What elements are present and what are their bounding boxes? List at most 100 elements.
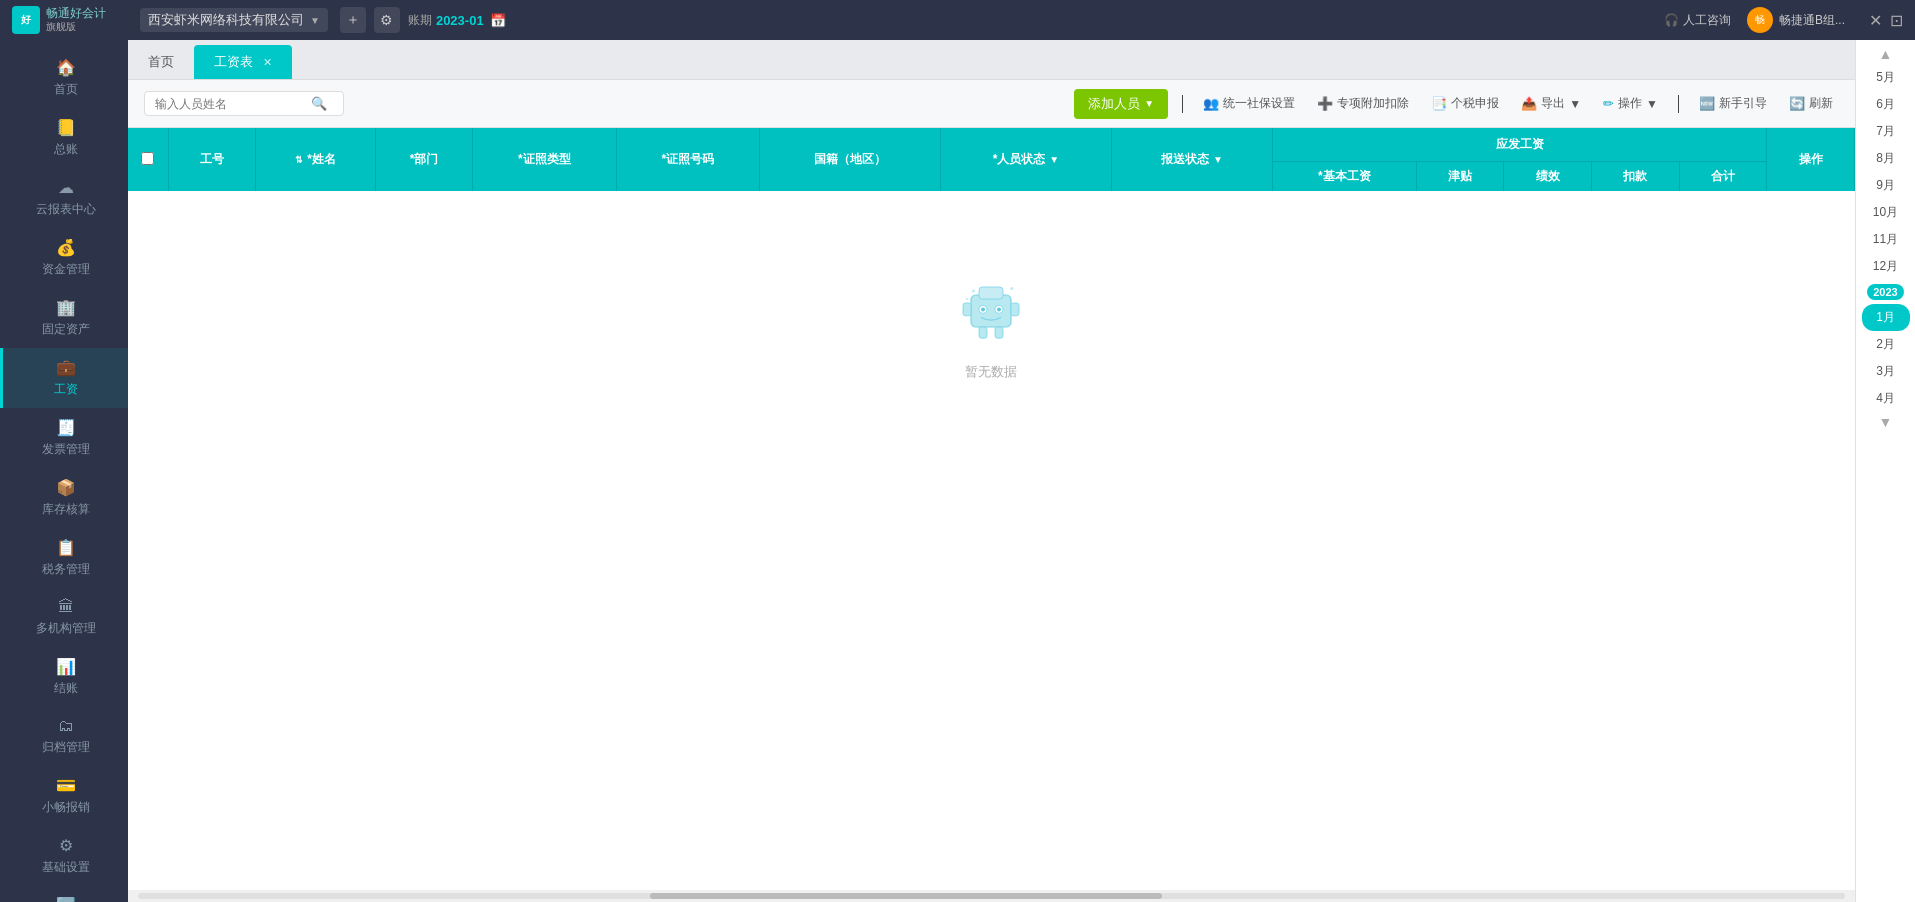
sidebar-item-salary[interactable]: 💼 工资 xyxy=(0,348,128,408)
cal-month-2022-08[interactable]: 8月 xyxy=(1862,145,1910,172)
sidebar-item-home[interactable]: 🏠 首页 xyxy=(0,48,128,108)
search-input-wrapper: 🔍 xyxy=(144,91,344,116)
sidebar-item-fund[interactable]: 💰 资金管理 xyxy=(0,228,128,288)
report-filter-icon[interactable]: ▼ xyxy=(1213,154,1223,165)
svg-rect-6 xyxy=(963,303,971,316)
customer-service-btn[interactable]: 🎧 人工咨询 xyxy=(1664,12,1731,29)
tab-salary-close[interactable]: ✕ xyxy=(263,56,272,68)
sidebar-item-inventory[interactable]: 📦 库存核算 xyxy=(0,468,128,528)
select-all-checkbox[interactable] xyxy=(141,152,154,165)
deduction-btn[interactable]: ➕ 专项附加扣除 xyxy=(1311,91,1415,116)
content-area: 首页 工资表 ✕ 🔍 添加人员 ▼ 👥 统一社保设置 xyxy=(128,40,1855,902)
sidebar-label-archive: 归档管理 xyxy=(42,739,90,756)
table-wrapper: 工号 ⇅ *姓名 *部门 *证照类型 *证照号码 国籍（地区） *人员状态 xyxy=(128,128,1855,890)
social-settings-btn[interactable]: 👥 统一社保设置 xyxy=(1197,91,1301,116)
logo-area: 好 畅通好会计 旗舰版 xyxy=(12,6,140,34)
sidebar-item-cloud[interactable]: ☁ 云报表中心 xyxy=(0,168,128,228)
sidebar-item-assets[interactable]: 🏢 固定资产 xyxy=(0,288,128,348)
sidebar-item-settings[interactable]: ⚙ 基础设置 xyxy=(0,826,128,886)
svg-rect-1 xyxy=(979,287,1003,299)
user-info[interactable]: 畅 畅捷通B组... xyxy=(1747,7,1845,33)
app-logo-icon: 好 xyxy=(12,6,40,34)
cal-month-2022-07[interactable]: 7月 xyxy=(1862,118,1910,145)
export-label: 导出 xyxy=(1541,95,1565,112)
svg-rect-0 xyxy=(971,295,1011,327)
sidebar-item-archive[interactable]: 🗂 归档管理 xyxy=(0,707,128,766)
cal-nav-down[interactable]: ▼ xyxy=(1876,412,1896,432)
multi-icon: 🏛 xyxy=(58,598,74,616)
cal-month-2023-04[interactable]: 4月 xyxy=(1862,385,1910,412)
add-company-btn[interactable]: ＋ xyxy=(340,7,366,33)
svg-point-5 xyxy=(997,307,1001,311)
operate-label: 操作 xyxy=(1618,95,1642,112)
guide-btn[interactable]: 🆕 新手引导 xyxy=(1693,91,1773,116)
scroll-track[interactable] xyxy=(138,893,1845,899)
sidebar-item-guide[interactable]: 🆕 新手引导 xyxy=(0,886,128,902)
cal-month-2022-09[interactable]: 9月 xyxy=(1862,172,1910,199)
sidebar-item-tax[interactable]: 📋 税务管理 xyxy=(0,528,128,588)
add-person-btn[interactable]: 添加人员 ▼ xyxy=(1074,89,1168,119)
deduction-icon: ➕ xyxy=(1317,96,1333,111)
toolbar-divider-2 xyxy=(1678,95,1679,113)
tax-icon: 📋 xyxy=(56,538,76,557)
cal-month-2023-01[interactable]: 1月 xyxy=(1862,304,1910,331)
main-layout: 🏠 首页 📒 总账 ☁ 云报表中心 💰 资金管理 🏢 固定资产 💼 工资 🧾 发… xyxy=(0,40,1915,902)
sidebar-item-ledger[interactable]: 📒 总账 xyxy=(0,108,128,168)
empty-state: 暂无数据 xyxy=(128,191,1855,461)
home-icon: 🏠 xyxy=(56,58,76,77)
deduction-label: 专项附加扣除 xyxy=(1337,95,1409,112)
sidebar-item-multi[interactable]: 🏛 多机构管理 xyxy=(0,588,128,647)
invoice-icon: 🧾 xyxy=(56,418,76,437)
header-center: 西安虾米网络科技有限公司 ▼ ＋ ⚙ 账期 2023-01 📅 xyxy=(140,7,1664,33)
headset-icon: 🎧 xyxy=(1664,13,1679,27)
cal-month-2023-02[interactable]: 2月 xyxy=(1862,331,1910,358)
refresh-btn[interactable]: 🔄 刷新 xyxy=(1783,91,1839,116)
company-dropdown-icon: ▼ xyxy=(310,15,320,26)
th-empno: 工号 xyxy=(168,128,256,191)
status-filter-icon[interactable]: ▼ xyxy=(1049,154,1059,165)
th-dept: *部门 xyxy=(376,128,473,191)
tab-home[interactable]: 首页 xyxy=(128,45,194,79)
cal-month-2022-12[interactable]: 12月 xyxy=(1862,253,1910,280)
add-person-label: 添加人员 xyxy=(1088,95,1140,113)
svg-point-10 xyxy=(972,289,975,292)
company-name: 西安虾米网络科技有限公司 xyxy=(148,11,304,29)
fund-icon: 💰 xyxy=(56,238,76,257)
sidebar-label-salary: 工资 xyxy=(54,381,78,398)
operate-btn[interactable]: ✏ 操作 ▼ xyxy=(1597,91,1664,116)
period-calendar-icon[interactable]: 📅 xyxy=(490,13,506,28)
th-total: 合计 xyxy=(1679,162,1767,192)
search-input[interactable] xyxy=(155,97,305,111)
cal-month-2022-05[interactable]: 5月 xyxy=(1862,64,1910,91)
export-btn[interactable]: 📤 导出 ▼ xyxy=(1515,91,1587,116)
scroll-hint xyxy=(128,890,1855,902)
sidebar-item-settle[interactable]: 📊 结账 xyxy=(0,647,128,707)
svg-rect-8 xyxy=(979,327,987,338)
sort-icon: ⇅ xyxy=(295,155,303,165)
sidebar-label-expense: 小畅报销 xyxy=(42,799,90,816)
sidebar-item-expense[interactable]: 💳 小畅报销 xyxy=(0,766,128,826)
window-close-btn[interactable]: ✕ xyxy=(1869,11,1882,30)
th-operation: 操作 xyxy=(1767,128,1855,191)
header-right: 🎧 人工咨询 畅 畅捷通B组... ✕ ⊡ xyxy=(1664,7,1903,33)
settings-btn[interactable]: ⚙ xyxy=(374,7,400,33)
svg-rect-7 xyxy=(1011,303,1019,316)
tab-salary[interactable]: 工资表 ✕ xyxy=(194,45,292,79)
salary-icon: 💼 xyxy=(56,358,76,377)
window-maximize-btn[interactable]: ⊡ xyxy=(1890,11,1903,30)
sidebar-item-invoice[interactable]: 🧾 发票管理 xyxy=(0,408,128,468)
settings-sidebar-icon: ⚙ xyxy=(59,836,73,855)
cal-month-2022-10[interactable]: 10月 xyxy=(1862,199,1910,226)
company-selector[interactable]: 西安虾米网络科技有限公司 ▼ xyxy=(140,8,328,32)
sidebar-label-settle: 结账 xyxy=(54,680,78,697)
tax-report-btn[interactable]: 📑 个税申报 xyxy=(1425,91,1505,116)
refresh-icon: 🔄 xyxy=(1789,96,1805,111)
customer-service-label: 人工咨询 xyxy=(1683,12,1731,29)
cal-month-2023-03[interactable]: 3月 xyxy=(1862,358,1910,385)
cal-nav-up[interactable]: ▲ xyxy=(1876,44,1896,64)
assets-icon: 🏢 xyxy=(56,298,76,317)
cal-month-2022-06[interactable]: 6月 xyxy=(1862,91,1910,118)
th-allowance: 津贴 xyxy=(1416,162,1504,192)
th-report-status: 报送状态 ▼ xyxy=(1111,128,1272,191)
cal-month-2022-11[interactable]: 11月 xyxy=(1862,226,1910,253)
